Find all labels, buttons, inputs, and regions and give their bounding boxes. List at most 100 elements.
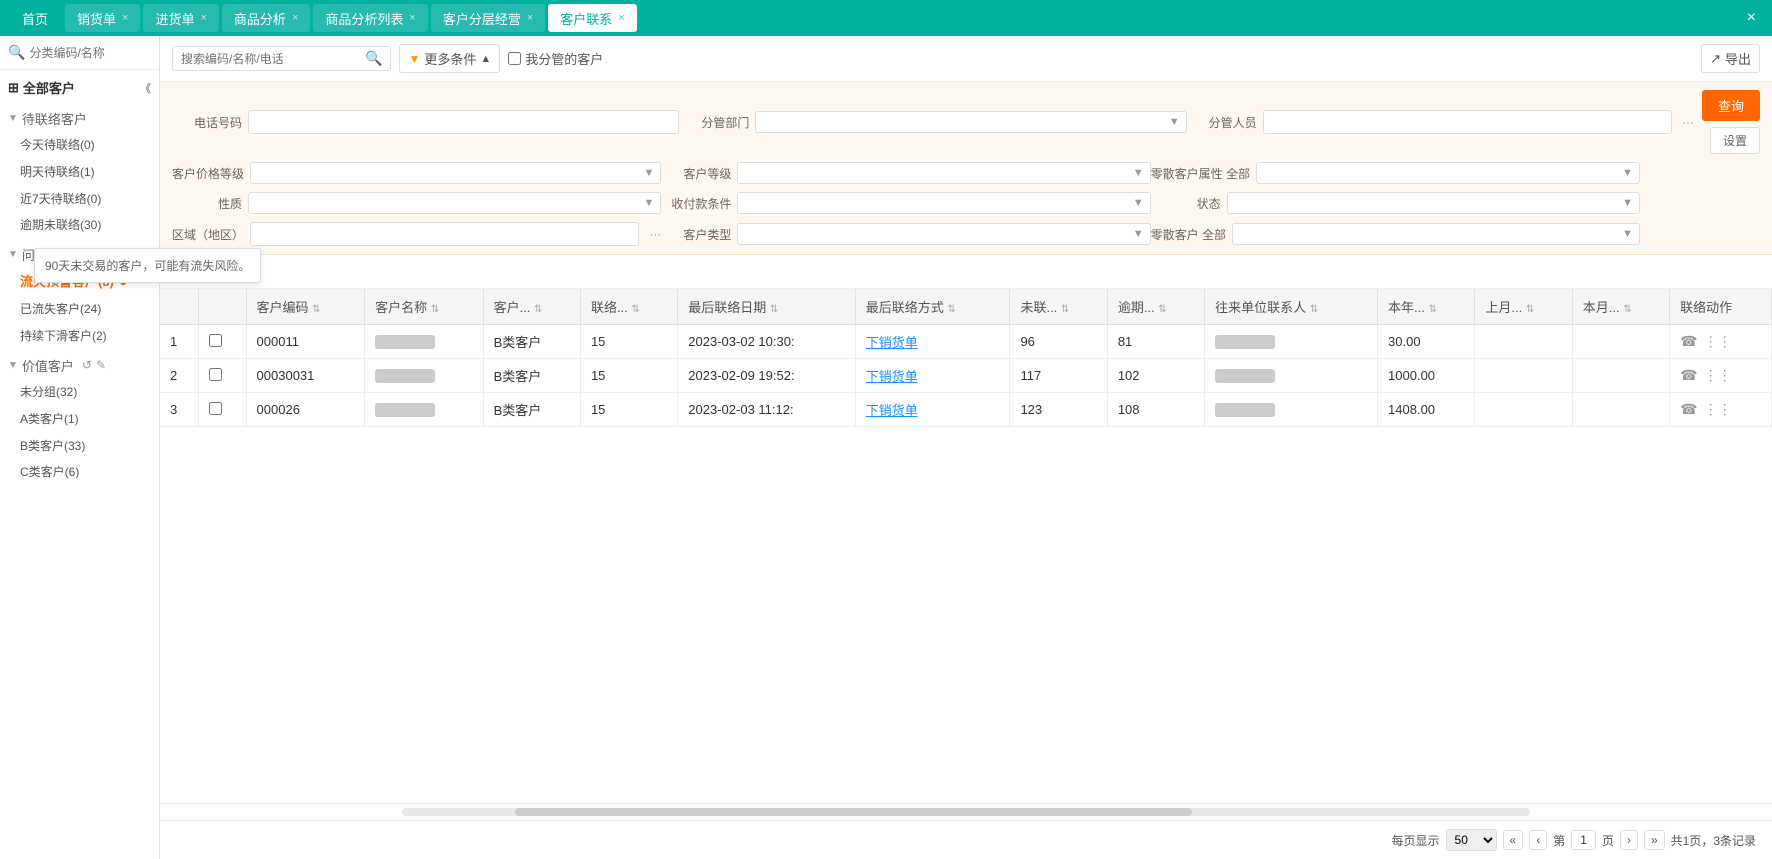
sidebar-section-value[interactable]: ▼ 价值客户 ↺ ✎ xyxy=(0,350,159,379)
home-tab[interactable]: 首页 xyxy=(8,0,62,36)
tab-sales-close[interactable]: × xyxy=(122,12,128,24)
th-index xyxy=(160,289,199,325)
sidebar-item-tomorrow[interactable]: 明天待联络(1) xyxy=(0,159,159,186)
sidebar-item-7days[interactable]: 近7天待联络(0) xyxy=(0,186,159,213)
contact-icon-2[interactable]: ☎ xyxy=(1680,401,1697,418)
tab-analysis-list-close[interactable]: × xyxy=(409,12,415,24)
sidebar-item-c-class[interactable]: C类客户(6) xyxy=(0,459,159,486)
tab-customer-layer[interactable]: 客户分层经营 × xyxy=(431,4,545,32)
main-search-icon[interactable]: 🔍 xyxy=(365,50,382,67)
cell-last-month-2 xyxy=(1475,393,1572,427)
table-area: ⚙ 客户编码 ⇅ 客户名称 ⇅ 客户... ⇅ 联络... ⇅ 最后联络日期 ⇅… xyxy=(160,255,1772,803)
cell-checkbox-1[interactable] xyxy=(199,359,246,393)
sidebar-all-customers[interactable]: ⊞ 全部客户 《 xyxy=(0,70,159,103)
export-button[interactable]: ↗ 导出 xyxy=(1701,44,1760,73)
th-this-year[interactable]: 本年... ⇅ xyxy=(1378,289,1475,325)
sidebar-item-ungroup[interactable]: 未分组(32) xyxy=(0,379,159,406)
cell-last-method-0[interactable]: 下销货单 xyxy=(855,325,1010,359)
last-method-link-2[interactable]: 下销货单 xyxy=(866,403,918,418)
more-icon-1[interactable]: ⋮⋮ xyxy=(1704,367,1732,384)
th-name[interactable]: 客户名称 ⇅ xyxy=(365,289,484,325)
tab-purchase-close[interactable]: × xyxy=(200,12,206,24)
horizontal-scrollbar-thumb[interactable] xyxy=(515,808,1192,816)
th-overdue[interactable]: 逾期... ⇅ xyxy=(1107,289,1204,325)
th-last-date[interactable]: 最后联络日期 ⇅ xyxy=(678,289,855,325)
row-checkbox-0[interactable] xyxy=(209,334,222,347)
sidebar-search-icon: 🔍 xyxy=(8,44,25,61)
my-customers-checkbox[interactable] xyxy=(508,52,521,65)
sidebar-item-declining[interactable]: 持续下滑客户(2) xyxy=(0,323,159,350)
row-checkbox-1[interactable] xyxy=(209,368,222,381)
last-page-button[interactable]: » xyxy=(1644,830,1665,850)
th-contact-person[interactable]: 往来单位联系人 ⇅ xyxy=(1205,289,1378,325)
tab-purchase[interactable]: 进货单 × xyxy=(143,4,218,32)
tab-analysis-list[interactable]: 商品分析列表 × xyxy=(313,4,427,32)
filter-region-more[interactable]: ··· xyxy=(649,227,661,241)
refresh-icon[interactable]: ↺ xyxy=(82,358,92,372)
sidebar-section-pending[interactable]: ▼ 待联络客户 xyxy=(0,103,159,132)
query-button[interactable]: 查询 xyxy=(1702,90,1760,121)
filter-manager-more[interactable]: ··· xyxy=(1682,115,1694,129)
sidebar-item-today[interactable]: 今天待联络(0) xyxy=(0,132,159,159)
my-customers-label[interactable]: 我分管的客户 xyxy=(508,49,603,68)
filter-region-input[interactable] xyxy=(250,222,639,246)
horizontal-scrollbar[interactable] xyxy=(402,808,1530,816)
per-page-select[interactable]: 50 100 200 xyxy=(1446,829,1497,851)
more-icon-2[interactable]: ⋮⋮ xyxy=(1704,401,1732,418)
tab-analysis-close[interactable]: × xyxy=(292,12,298,24)
tab-customer-layer-close[interactable]: × xyxy=(527,12,533,24)
th-code[interactable]: 客户编码 ⇅ xyxy=(246,289,365,325)
tab-customer-contact-close[interactable]: × xyxy=(618,12,624,24)
sort-icon-overdue: ⇅ xyxy=(1158,304,1166,315)
cell-last-method-1[interactable]: 下销货单 xyxy=(855,359,1010,393)
collapse-icon: 《 xyxy=(140,80,151,96)
window-close-button[interactable]: × xyxy=(1739,9,1764,27)
tab-sales[interactable]: 销货单 × xyxy=(65,4,140,32)
sidebar-item-overdue[interactable]: 逾期未联络(30) xyxy=(0,212,159,239)
filter-dept-select[interactable]: ▼ xyxy=(755,111,1186,133)
filter-nature-select[interactable]: ▼ xyxy=(248,192,661,214)
edit-icon[interactable]: ✎ xyxy=(96,358,106,372)
sidebar-item-a-class[interactable]: A类客户(1) xyxy=(0,406,159,433)
sidebar-search-input[interactable] xyxy=(29,46,160,60)
filter-cust-grade: 客户等级 ▼ xyxy=(661,162,1150,184)
tab-analysis[interactable]: 商品分析 × xyxy=(222,4,310,32)
th-last-method[interactable]: 最后联络方式 ⇅ xyxy=(855,289,1010,325)
my-customers-text: 我分管的客户 xyxy=(525,49,603,68)
filter-cust-grade-select[interactable]: ▼ xyxy=(737,162,1150,184)
th-uncontacted[interactable]: 未联... ⇅ xyxy=(1010,289,1107,325)
filter-payment-select[interactable]: ▼ xyxy=(737,192,1150,214)
next-page-button[interactable]: › xyxy=(1620,830,1638,850)
cell-checkbox-2[interactable] xyxy=(199,393,246,427)
filter-price-grade-select[interactable]: ▼ xyxy=(250,162,661,184)
filter-scattered-attr-select[interactable]: ▼ xyxy=(1256,162,1640,184)
contact-icon-0[interactable]: ☎ xyxy=(1680,333,1697,350)
sidebar-item-churned[interactable]: 已流失客户(24) xyxy=(0,296,159,323)
more-icon-0[interactable]: ⋮⋮ xyxy=(1704,333,1732,350)
cell-last-method-2[interactable]: 下销货单 xyxy=(855,393,1010,427)
prev-page-button[interactable]: ‹ xyxy=(1529,830,1547,850)
th-this-month[interactable]: 本月... ⇅ xyxy=(1572,289,1669,325)
last-method-link-1[interactable]: 下销货单 xyxy=(866,369,918,384)
setting-button[interactable]: 设置 xyxy=(1710,127,1760,154)
filter-more-btn[interactable]: ▼ 更多条件 ▲ xyxy=(399,44,500,73)
cell-overdue-1: 102 xyxy=(1107,359,1204,393)
filter-scattered-select[interactable]: ▼ xyxy=(1232,223,1640,245)
cell-checkbox-0[interactable] xyxy=(199,325,246,359)
row-checkbox-2[interactable] xyxy=(209,402,222,415)
contact-icon-1[interactable]: ☎ xyxy=(1680,367,1697,384)
filter-manager-input[interactable] xyxy=(1263,110,1672,134)
sidebar-item-b-class[interactable]: B类客户(33) xyxy=(0,433,159,460)
main-search-input[interactable] xyxy=(181,52,361,66)
filter-status-select[interactable]: ▼ xyxy=(1227,192,1640,214)
tab-customer-contact[interactable]: 客户联系 × xyxy=(548,4,636,32)
last-method-link-0[interactable]: 下销货单 xyxy=(866,335,918,350)
sidebar-search: 🔍 xyxy=(0,36,159,70)
export-icon: ↗ xyxy=(1710,51,1721,67)
th-last-month[interactable]: 上月... ⇅ xyxy=(1475,289,1572,325)
filter-cust-type-select[interactable]: ▼ xyxy=(737,223,1150,245)
th-contact-count[interactable]: 联络... ⇅ xyxy=(580,289,677,325)
th-type[interactable]: 客户... ⇅ xyxy=(483,289,580,325)
filter-phone-input[interactable] xyxy=(248,110,679,134)
first-page-button[interactable]: « xyxy=(1503,830,1524,850)
